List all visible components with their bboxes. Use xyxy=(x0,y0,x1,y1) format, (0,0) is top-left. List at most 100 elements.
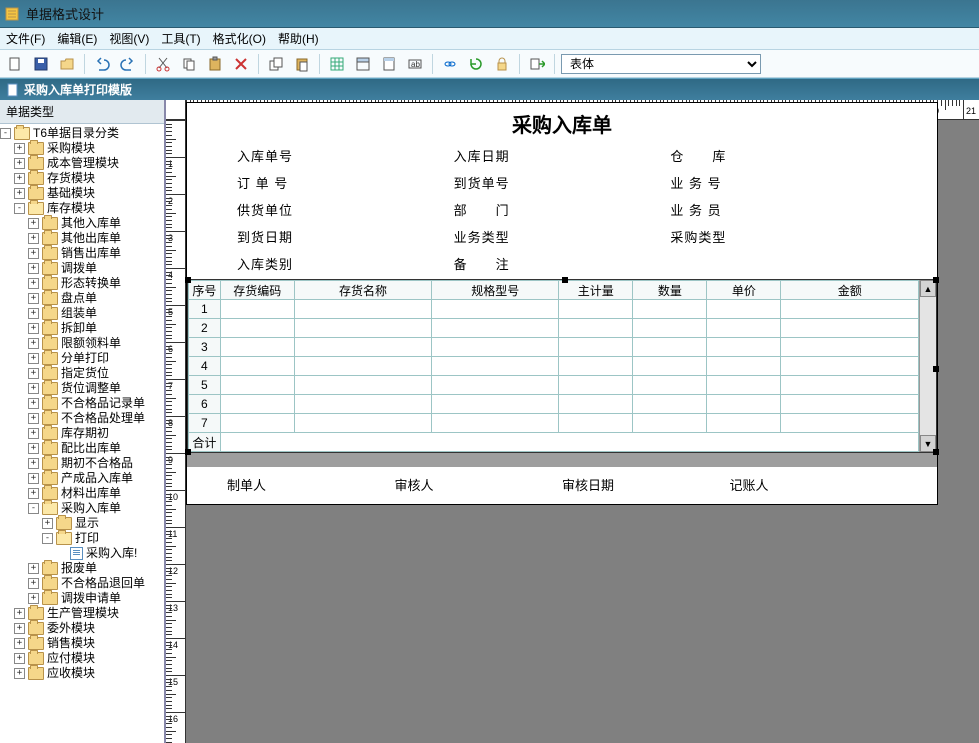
tree-stock[interactable]: -库存模块 xyxy=(0,201,164,216)
row-number[interactable]: 7 xyxy=(189,414,221,433)
grid-button[interactable] xyxy=(326,53,348,75)
col-header[interactable]: 规格型号 xyxy=(432,281,559,300)
expand-icon[interactable]: + xyxy=(28,473,39,484)
tree-item[interactable]: +库存期初 xyxy=(0,426,164,441)
tree-item[interactable]: +限额领料单 xyxy=(0,336,164,351)
expand-icon[interactable]: + xyxy=(28,578,39,589)
cell[interactable] xyxy=(220,357,294,376)
cell[interactable] xyxy=(294,338,432,357)
cell[interactable] xyxy=(220,376,294,395)
tree-module[interactable]: +采购模块 xyxy=(0,141,164,156)
tree-item[interactable]: +销售出库单 xyxy=(0,246,164,261)
field-label[interactable]: 部 门 xyxy=(454,200,671,219)
tree-display[interactable]: +显示 xyxy=(0,516,164,531)
field-label[interactable]: 采购类型 xyxy=(670,227,887,246)
cell[interactable] xyxy=(633,338,707,357)
page-button[interactable] xyxy=(378,53,400,75)
row-number[interactable]: 5 xyxy=(189,376,221,395)
tree-item[interactable]: +调拨申请单 xyxy=(0,591,164,606)
undo-button[interactable] xyxy=(91,53,113,75)
tree-item[interactable]: +期初不合格品 xyxy=(0,456,164,471)
tree-template[interactable]: 采购入库! xyxy=(0,546,164,561)
tree-item[interactable]: +形态转换单 xyxy=(0,276,164,291)
col-header[interactable]: 数量 xyxy=(633,281,707,300)
menu-view[interactable]: 视图(V) xyxy=(109,30,149,47)
cell[interactable] xyxy=(559,357,633,376)
cell[interactable] xyxy=(432,357,559,376)
tree-item[interactable]: +产成品入库单 xyxy=(0,471,164,486)
expand-icon[interactable]: + xyxy=(28,233,39,244)
cell[interactable] xyxy=(432,376,559,395)
footer-auditdate[interactable]: 审核日期 xyxy=(562,475,730,494)
cell[interactable] xyxy=(294,319,432,338)
menu-format[interactable]: 格式化(O) xyxy=(213,30,266,47)
cell[interactable] xyxy=(220,414,294,433)
expand-icon[interactable]: + xyxy=(14,668,25,679)
tree-module[interactable]: +应付模块 xyxy=(0,651,164,666)
expand-icon[interactable]: - xyxy=(42,533,53,544)
copy2-button[interactable] xyxy=(265,53,287,75)
layout-button[interactable] xyxy=(352,53,374,75)
cell[interactable] xyxy=(220,319,294,338)
save-button[interactable] xyxy=(30,53,52,75)
tree-item[interactable]: +配比出库单 xyxy=(0,441,164,456)
expand-icon[interactable]: - xyxy=(0,128,11,139)
tree-root[interactable]: -T6单据目录分类 xyxy=(0,126,164,141)
expand-icon[interactable]: + xyxy=(28,278,39,289)
paste-button[interactable] xyxy=(204,53,226,75)
expand-icon[interactable]: + xyxy=(28,248,39,259)
tree-item[interactable]: +其他出库单 xyxy=(0,231,164,246)
font-selector[interactable]: 表体 xyxy=(561,54,761,74)
cell[interactable] xyxy=(633,319,707,338)
cell[interactable] xyxy=(707,300,781,319)
menu-tools[interactable]: 工具(T) xyxy=(161,30,200,47)
col-header[interactable]: 主计量 xyxy=(559,281,633,300)
expand-icon[interactable]: - xyxy=(28,503,39,514)
menu-help[interactable]: 帮助(H) xyxy=(278,30,319,47)
sum-label[interactable]: 合计 xyxy=(189,433,221,452)
cell[interactable] xyxy=(781,395,919,414)
expand-icon[interactable]: + xyxy=(28,218,39,229)
tree-item[interactable]: +不合格品处理单 xyxy=(0,411,164,426)
tree-module[interactable]: +应收模块 xyxy=(0,666,164,681)
expand-icon[interactable]: + xyxy=(28,383,39,394)
tree-item[interactable]: +调拨单 xyxy=(0,261,164,276)
cell[interactable] xyxy=(294,414,432,433)
expand-icon[interactable]: - xyxy=(14,203,25,214)
expand-icon[interactable]: + xyxy=(42,518,53,529)
tree-module[interactable]: +生产管理模块 xyxy=(0,606,164,621)
cell[interactable] xyxy=(559,395,633,414)
expand-icon[interactable]: + xyxy=(28,398,39,409)
expand-icon[interactable]: + xyxy=(28,338,39,349)
tree-item[interactable]: +盘点单 xyxy=(0,291,164,306)
cell[interactable] xyxy=(432,300,559,319)
expand-icon[interactable]: + xyxy=(14,653,25,664)
tree-item[interactable]: +货位调整单 xyxy=(0,381,164,396)
sum-row[interactable] xyxy=(220,433,918,452)
cell[interactable] xyxy=(294,300,432,319)
delete-button[interactable] xyxy=(230,53,252,75)
cell[interactable] xyxy=(633,414,707,433)
cell[interactable] xyxy=(781,338,919,357)
cell[interactable] xyxy=(707,414,781,433)
form-title[interactable]: 采购入库单 xyxy=(187,103,937,142)
copy-button[interactable] xyxy=(178,53,200,75)
field-label[interactable] xyxy=(670,254,887,273)
sel-handle[interactable] xyxy=(933,366,939,372)
tree-item[interactable]: +指定货位 xyxy=(0,366,164,381)
tree-item[interactable]: +不合格品退回单 xyxy=(0,576,164,591)
field-label[interactable]: 业务类型 xyxy=(454,227,671,246)
tree-module[interactable]: +存货模块 xyxy=(0,171,164,186)
expand-icon[interactable]: + xyxy=(28,308,39,319)
cell[interactable] xyxy=(707,338,781,357)
cell[interactable] xyxy=(294,376,432,395)
cell[interactable] xyxy=(220,395,294,414)
expand-icon[interactable]: + xyxy=(14,143,25,154)
expand-icon[interactable]: + xyxy=(14,173,25,184)
cell[interactable] xyxy=(220,338,294,357)
cell[interactable] xyxy=(294,357,432,376)
tree-item[interactable]: +其他入库单 xyxy=(0,216,164,231)
tree-item[interactable]: +报废单 xyxy=(0,561,164,576)
col-header[interactable]: 金额 xyxy=(781,281,919,300)
cell[interactable] xyxy=(707,319,781,338)
